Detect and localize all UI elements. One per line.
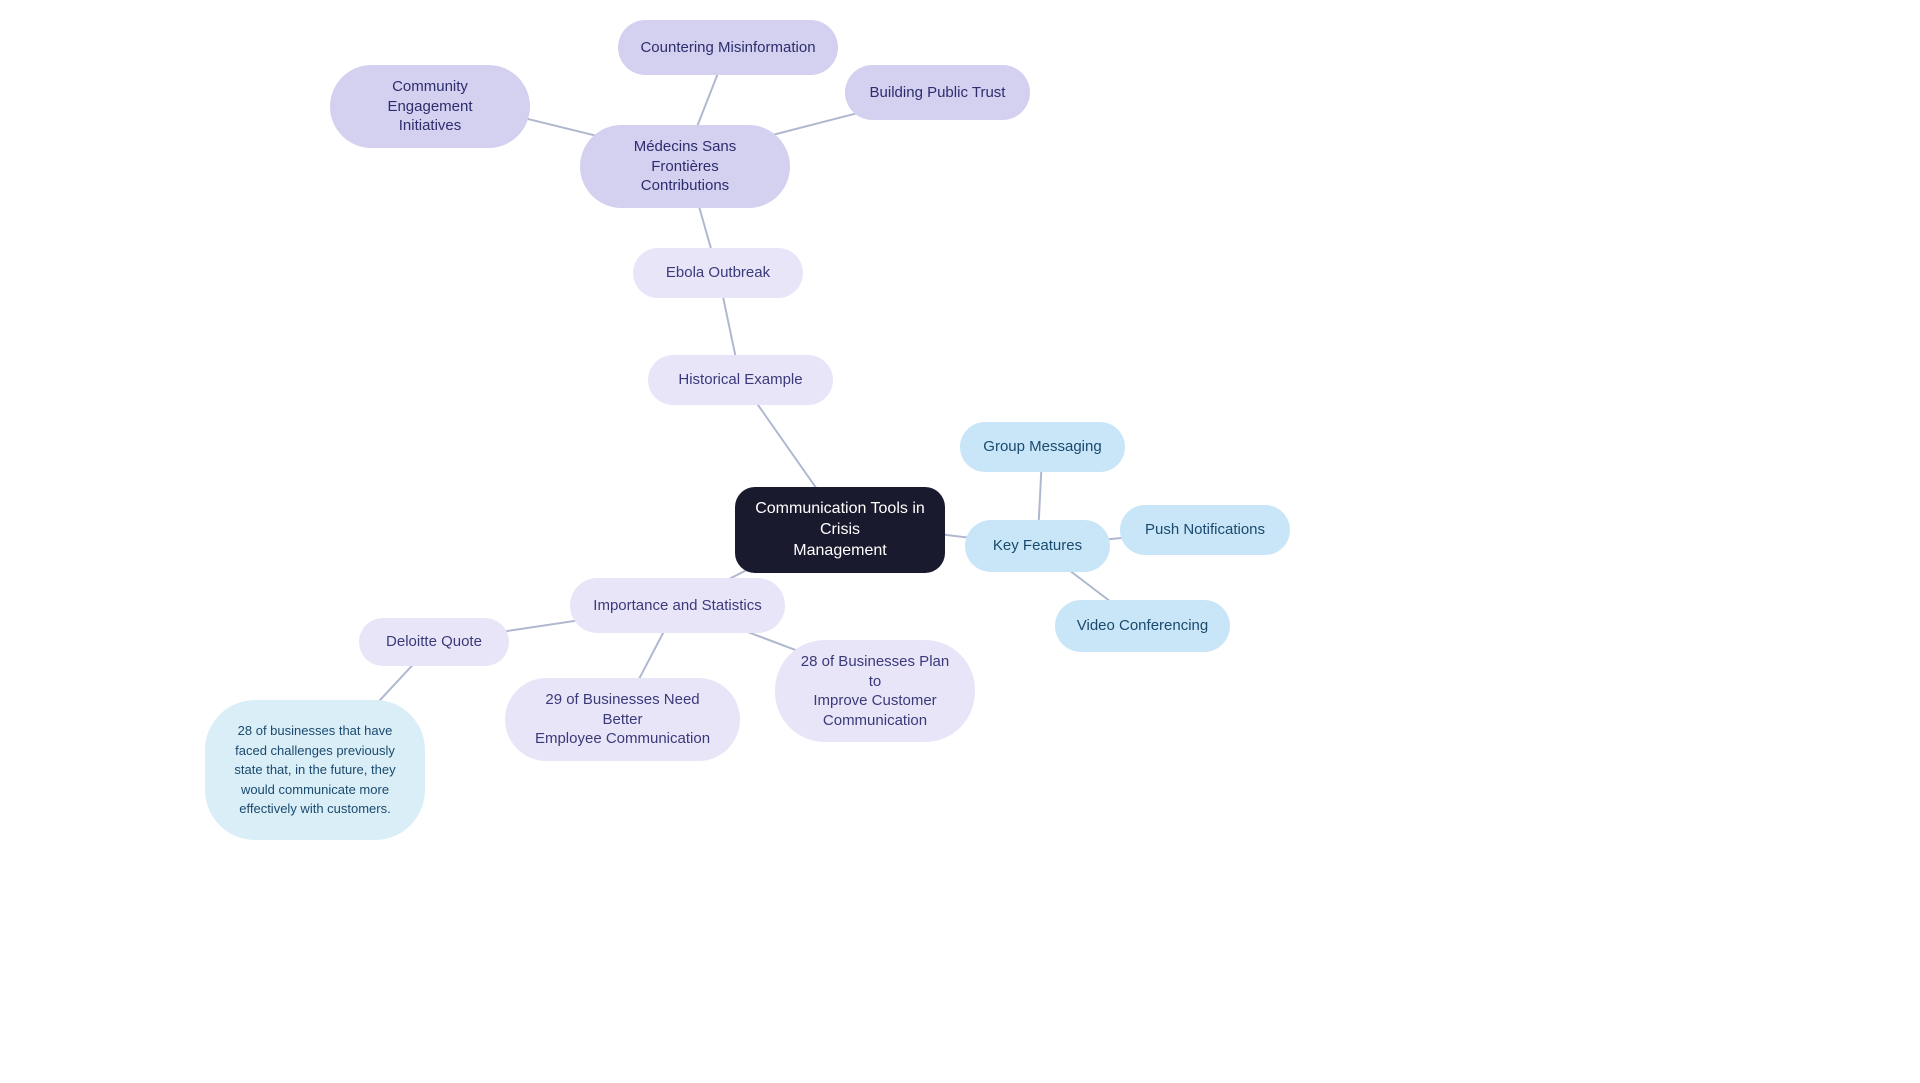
connections-svg xyxy=(0,0,1920,1083)
node-label-ebola: Ebola Outbreak xyxy=(666,263,770,283)
node-label-community: Community Engagement Initiatives xyxy=(350,77,510,136)
node-historical[interactable]: Historical Example xyxy=(648,355,833,405)
node-employee[interactable]: 29 of Businesses Need Better Employee Co… xyxy=(505,678,740,761)
node-building[interactable]: Building Public Trust xyxy=(845,65,1030,120)
node-label-deloitte_text: 28 of businesses that have faced challen… xyxy=(234,721,395,819)
node-ebola[interactable]: Ebola Outbreak xyxy=(633,248,803,298)
node-countering[interactable]: Countering Misinformation xyxy=(618,20,838,75)
node-label-video_conf: Video Conferencing xyxy=(1077,616,1208,636)
node-label-push_notif: Push Notifications xyxy=(1145,520,1265,540)
node-video_conf[interactable]: Video Conferencing xyxy=(1055,600,1230,652)
node-group_msg[interactable]: Group Messaging xyxy=(960,422,1125,472)
node-deloitte_text[interactable]: 28 of businesses that have faced challen… xyxy=(205,700,425,840)
node-label-msf: Médecins Sans Frontières Contributions xyxy=(600,137,770,196)
node-customer[interactable]: 28 of Businesses Plan to Improve Custome… xyxy=(775,640,975,742)
node-label-customer: 28 of Businesses Plan to Improve Custome… xyxy=(795,652,955,730)
node-community[interactable]: Community Engagement Initiatives xyxy=(330,65,530,148)
node-label-countering: Countering Misinformation xyxy=(640,38,815,58)
node-label-group_msg: Group Messaging xyxy=(983,437,1101,457)
node-push_notif[interactable]: Push Notifications xyxy=(1120,505,1290,555)
node-deloitte[interactable]: Deloitte Quote xyxy=(359,618,509,666)
node-label-building: Building Public Trust xyxy=(870,83,1006,103)
node-label-center: Communication Tools in Crisis Management xyxy=(755,499,925,561)
node-label-key_features: Key Features xyxy=(993,536,1082,556)
node-center[interactable]: Communication Tools in Crisis Management xyxy=(735,487,945,573)
node-importance[interactable]: Importance and Statistics xyxy=(570,578,785,633)
node-label-employee: 29 of Businesses Need Better Employee Co… xyxy=(525,690,720,749)
mindmap-container: Communication Tools in Crisis Management… xyxy=(0,0,1920,1083)
node-label-historical: Historical Example xyxy=(678,370,802,390)
node-label-importance: Importance and Statistics xyxy=(593,596,761,616)
node-label-deloitte: Deloitte Quote xyxy=(386,632,482,652)
node-key_features[interactable]: Key Features xyxy=(965,520,1110,572)
node-msf[interactable]: Médecins Sans Frontières Contributions xyxy=(580,125,790,208)
